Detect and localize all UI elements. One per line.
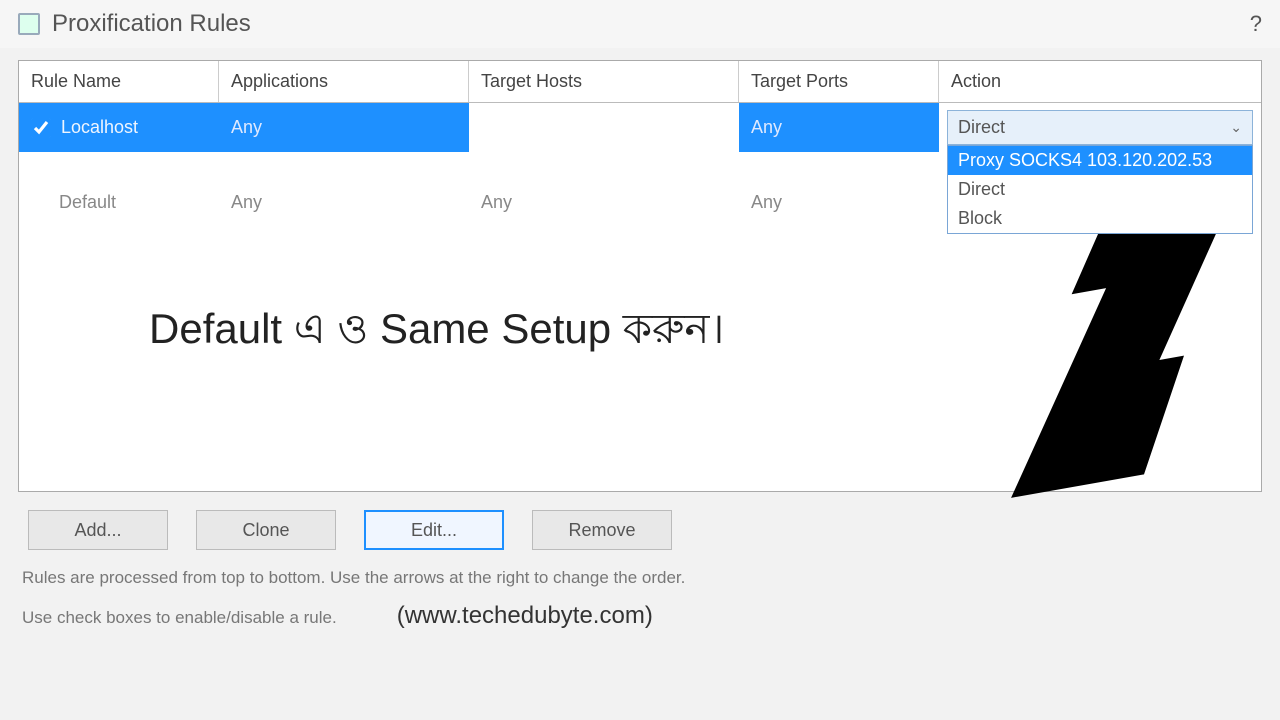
clone-button[interactable]: Clone: [196, 510, 336, 550]
action-dropdown[interactable]: Direct ⌄ Proxy SOCKS4 103.120.202.53 Dir…: [947, 110, 1253, 145]
watermark-text: (www.techedubyte.com): [397, 602, 653, 630]
cell-applications[interactable]: Any: [219, 152, 469, 231]
dropdown-options: Proxy SOCKS4 103.120.202.53 Direct Block: [947, 145, 1253, 234]
hint-processing-order: Rules are processed from top to bottom. …: [22, 568, 1280, 588]
cell-target-ports[interactable]: Any: [739, 103, 939, 152]
remove-button[interactable]: Remove: [532, 510, 672, 550]
hint-checkboxes: Use check boxes to enable/disable a rule…: [22, 608, 337, 628]
dropdown-selected[interactable]: Direct ⌄: [947, 110, 1253, 145]
app-icon: [18, 13, 40, 35]
cell-target-hosts[interactable]: [469, 103, 739, 152]
dropdown-option-proxy[interactable]: Proxy SOCKS4 103.120.202.53: [948, 146, 1252, 175]
header-rule-name[interactable]: Rule Name: [19, 61, 219, 102]
header-target-hosts[interactable]: Target Hosts: [469, 61, 739, 102]
cell-rule-name[interactable]: Default: [19, 152, 219, 231]
table-header: Rule Name Applications Target Hosts Targ…: [19, 61, 1261, 103]
add-button[interactable]: Add...: [28, 510, 168, 550]
rules-panel: Rule Name Applications Target Hosts Targ…: [18, 60, 1262, 492]
rule-row-localhost[interactable]: Localhost Any Any Direct ⌄ Proxy SOCKS4 …: [19, 103, 1261, 152]
cell-applications[interactable]: Any: [219, 103, 469, 152]
header-action[interactable]: Action: [939, 61, 1261, 102]
overlay-instruction: Default এ ও Same Setup করুন।: [149, 296, 724, 367]
hint-row-2: Use check boxes to enable/disable a rule…: [22, 602, 1280, 630]
header-target-ports[interactable]: Target Ports: [739, 61, 939, 102]
button-row: Add... Clone Edit... Remove: [28, 510, 1280, 550]
chevron-down-icon: ⌄: [1230, 119, 1242, 136]
cell-action[interactable]: Direct ⌄ Proxy SOCKS4 103.120.202.53 Dir…: [939, 103, 1261, 152]
edit-button[interactable]: Edit...: [364, 510, 504, 550]
title-bar: Proxification Rules ?: [0, 0, 1280, 48]
dropdown-option-block[interactable]: Block: [948, 204, 1252, 233]
cell-rule-name[interactable]: Localhost: [19, 103, 219, 152]
dropdown-option-direct[interactable]: Direct: [948, 175, 1252, 204]
rule-enabled-checkbox[interactable]: [31, 118, 51, 138]
window-title: Proxification Rules: [52, 10, 1250, 38]
rule-name-label: Localhost: [61, 117, 138, 138]
cell-target-hosts[interactable]: Any: [469, 152, 739, 231]
cell-target-ports[interactable]: Any: [739, 152, 939, 231]
table-empty-space: Default এ ও Same Setup করুন।: [19, 231, 1261, 491]
dropdown-selected-label: Direct: [958, 117, 1005, 138]
header-applications[interactable]: Applications: [219, 61, 469, 102]
help-icon[interactable]: ?: [1250, 11, 1262, 37]
